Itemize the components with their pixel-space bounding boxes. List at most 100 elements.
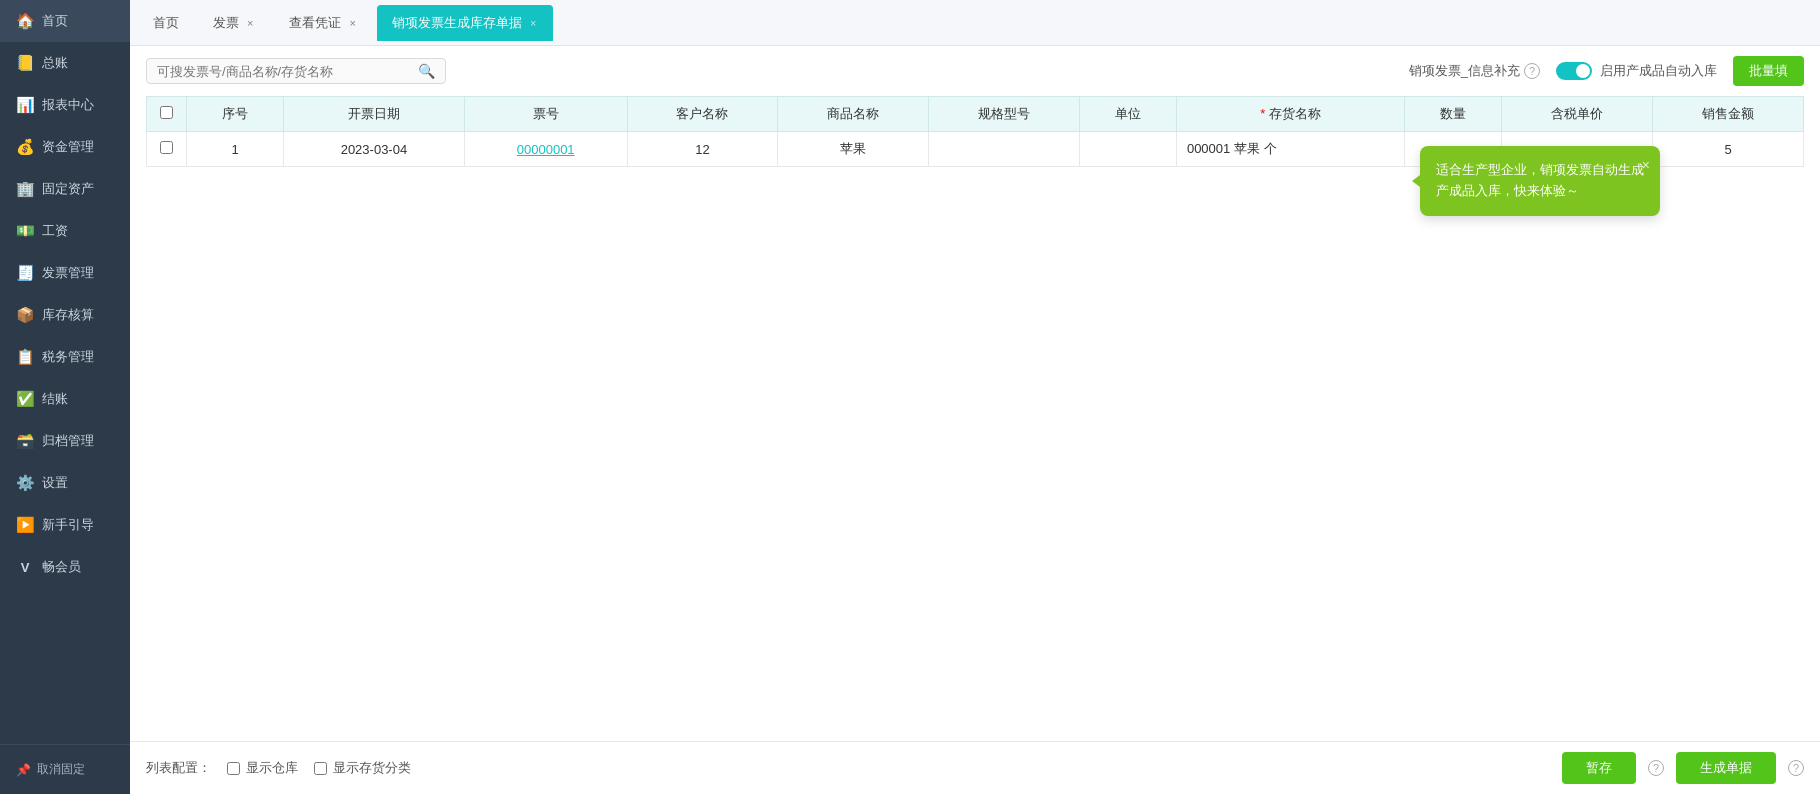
fixed-assets-icon: 🏢 <box>16 180 34 198</box>
sidebar-item-home[interactable]: 🏠 首页 <box>0 0 130 42</box>
sidebar-item-label: 发票管理 <box>42 264 94 282</box>
toggle-area: 启用产成品自动入库 <box>1556 62 1717 80</box>
list-config-label: 列表配置： <box>146 759 211 777</box>
col-checkbox <box>147 97 187 132</box>
required-mark: * <box>1260 106 1265 121</box>
sidebar-item-vip[interactable]: V 畅会员 <box>0 546 130 588</box>
guide-icon: ▶️ <box>16 516 34 534</box>
sidebar-item-label: 设置 <box>42 474 68 492</box>
save-button[interactable]: 暂存 <box>1562 752 1636 784</box>
pin-icon: 📌 <box>16 763 31 777</box>
sidebar-item-general-ledger[interactable]: 📒 总账 <box>0 42 130 84</box>
col-product-name: 商品名称 <box>778 97 929 132</box>
col-inventory-name: * 存货名称 <box>1176 97 1404 132</box>
sidebar: 🏠 首页 📒 总账 📊 报表中心 💰 资金管理 🏢 固定资产 💵 工资 🧾 发票… <box>0 0 130 794</box>
inventory-icon: 📦 <box>16 306 34 324</box>
select-all-checkbox[interactable] <box>160 106 173 119</box>
save-help-icon[interactable]: ? <box>1648 760 1664 776</box>
vip-icon: V <box>16 560 34 575</box>
tab-generate-inventory-label: 销项发票生成库存单据 <box>392 14 522 32</box>
payroll-icon: 💵 <box>16 222 34 240</box>
tax-icon: 📋 <box>16 348 34 366</box>
row-seq: 1 <box>187 132 284 167</box>
footer-bar: 列表配置： 显示仓库 显示存货分类 暂存 ? 生成单据 ? <box>130 741 1820 794</box>
tab-generate-inventory[interactable]: 销项发票生成库存单据 × <box>377 5 553 41</box>
sidebar-item-tax[interactable]: 📋 税务管理 <box>0 336 130 378</box>
sidebar-item-funds[interactable]: 💰 资金管理 <box>0 126 130 168</box>
sidebar-item-label: 新手引导 <box>42 516 94 534</box>
sidebar-item-label: 库存核算 <box>42 306 94 324</box>
footer-left: 列表配置： 显示仓库 显示存货分类 <box>146 759 411 777</box>
sidebar-item-label: 固定资产 <box>42 180 94 198</box>
sidebar-item-label: 总账 <box>42 54 68 72</box>
show-category-checkbox[interactable] <box>314 762 327 775</box>
row-checkbox[interactable] <box>160 141 173 154</box>
show-warehouse-checkbox[interactable] <box>227 762 240 775</box>
col-amount: 销售金额 <box>1653 97 1804 132</box>
sidebar-item-settings[interactable]: ⚙️ 设置 <box>0 462 130 504</box>
tab-generate-inventory-close[interactable]: × <box>528 16 538 30</box>
ticket-no-link[interactable]: 00000001 <box>517 142 575 157</box>
tooltip-text: 适合生产型企业，销项发票自动生成产成品入库，快来体验～ <box>1436 162 1644 198</box>
sidebar-item-inventory[interactable]: 📦 库存核算 <box>0 294 130 336</box>
show-category-group: 显示存货分类 <box>314 759 411 777</box>
batch-fill-button[interactable]: 批量填 <box>1733 56 1804 86</box>
row-customer: 12 <box>627 132 778 167</box>
sidebar-item-label: 结账 <box>42 390 68 408</box>
tab-view-voucher-close[interactable]: × <box>347 16 357 30</box>
tab-invoice-close[interactable]: × <box>245 16 255 30</box>
col-qty: 数量 <box>1405 97 1502 132</box>
auto-warehouse-toggle[interactable] <box>1556 62 1592 80</box>
invoice-mgmt-icon: 🧾 <box>16 264 34 282</box>
sidebar-item-settlement[interactable]: ✅ 结账 <box>0 378 130 420</box>
row-product-name: 苹果 <box>778 132 929 167</box>
tab-view-voucher-label: 查看凭证 <box>289 14 341 32</box>
generate-help-icon[interactable]: ? <box>1788 760 1804 776</box>
row-ticket-no[interactable]: 00000001 <box>464 132 627 167</box>
sidebar-item-label: 税务管理 <box>42 348 94 366</box>
search-box[interactable]: 🔍 <box>146 58 446 84</box>
col-unit: 单位 <box>1079 97 1176 132</box>
sidebar-item-fixed-assets[interactable]: 🏢 固定资产 <box>0 168 130 210</box>
tab-invoice[interactable]: 发票 × <box>198 5 270 41</box>
archive-icon: 🗃️ <box>16 432 34 450</box>
tab-home[interactable]: 首页 <box>138 5 194 41</box>
row-inventory-name[interactable]: 000001 苹果 个 <box>1176 132 1404 167</box>
show-warehouse-label: 显示仓库 <box>246 759 298 777</box>
row-spec <box>929 132 1080 167</box>
tab-view-voucher[interactable]: 查看凭证 × <box>274 5 372 41</box>
tooltip-popup: × 适合生产型企业，销项发票自动生成产成品入库，快来体验～ <box>1420 146 1660 216</box>
sidebar-item-label: 归档管理 <box>42 432 94 450</box>
info-label: 销项发票_信息补充 ? <box>1409 62 1540 80</box>
row-amount: 5 <box>1653 132 1804 167</box>
sidebar-item-invoice-mgmt[interactable]: 🧾 发票管理 <box>0 252 130 294</box>
tooltip-close-button[interactable]: × <box>1642 154 1650 176</box>
info-help-icon[interactable]: ? <box>1524 63 1540 79</box>
table-header-row: 序号 开票日期 票号 客户名称 商品名称 <box>147 97 1804 132</box>
sidebar-item-label: 首页 <box>42 12 68 30</box>
cancel-pin-label: 取消固定 <box>37 761 85 778</box>
sidebar-bottom: 📌 取消固定 <box>0 744 130 794</box>
sidebar-item-payroll[interactable]: 💵 工资 <box>0 210 130 252</box>
main-area: 首页 发票 × 查看凭证 × 销项发票生成库存单据 × 🔍 销项发票_信息补充 <box>130 0 1820 794</box>
home-icon: 🏠 <box>16 12 34 30</box>
sidebar-item-label: 资金管理 <box>42 138 94 156</box>
cancel-pin-button[interactable]: 📌 取消固定 <box>0 753 130 786</box>
col-open-date: 开票日期 <box>284 97 465 132</box>
reports-icon: 📊 <box>16 96 34 114</box>
show-warehouse-group: 显示仓库 <box>227 759 298 777</box>
col-customer: 客户名称 <box>627 97 778 132</box>
settings-icon: ⚙️ <box>16 474 34 492</box>
settlement-icon: ✅ <box>16 390 34 408</box>
sidebar-item-archive[interactable]: 🗃️ 归档管理 <box>0 420 130 462</box>
sidebar-item-guide[interactable]: ▶️ 新手引导 <box>0 504 130 546</box>
col-spec: 规格型号 <box>929 97 1080 132</box>
generate-button[interactable]: 生成单据 <box>1676 752 1776 784</box>
show-category-label: 显示存货分类 <box>333 759 411 777</box>
info-label-text: 销项发票_信息补充 <box>1409 62 1520 80</box>
search-input[interactable] <box>157 64 418 79</box>
sidebar-item-reports[interactable]: 📊 报表中心 <box>0 84 130 126</box>
footer-right: 暂存 ? 生成单据 ? <box>1562 752 1804 784</box>
toggle-label: 启用产成品自动入库 <box>1600 62 1717 80</box>
row-unit <box>1079 132 1176 167</box>
